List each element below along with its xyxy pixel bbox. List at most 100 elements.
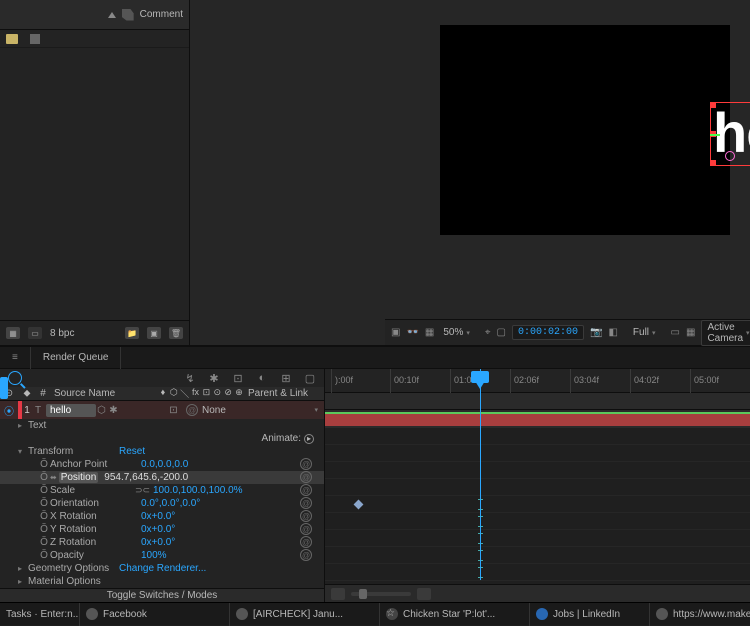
playhead[interactable] — [480, 369, 481, 580]
zoom-out-icon[interactable] — [331, 588, 345, 600]
panel-menu-icon[interactable]: ≡ — [0, 347, 30, 369]
prop-group-transform[interactable]: ▾TransformReset — [0, 445, 324, 458]
taskbar-item[interactable]: https://www.make... — [650, 603, 750, 626]
linkedin-icon — [536, 608, 548, 620]
taskbar-item[interactable]: [AIRCHECK] Janu... — [230, 603, 380, 626]
link-pickwhip-icon[interactable]: @ — [300, 549, 312, 561]
prop-z-rotation[interactable]: ŎZ Rotation0x+0.0°@ — [0, 536, 324, 549]
goggles-icon[interactable]: 👓 — [406, 326, 418, 340]
search-icon[interactable] — [8, 371, 22, 385]
keyframe-icon[interactable] — [354, 500, 364, 510]
composition-viewer: hello ▣ 👓 ▦ 50%▾ ⌖ ▢ 0:00:02:00 📷 ◧ Full… — [190, 0, 750, 345]
link-pickwhip-icon[interactable]: @ — [300, 536, 312, 548]
parent-pickwhip[interactable]: @None▾ — [182, 404, 324, 416]
render-quality-icon[interactable]: ▣ — [391, 326, 400, 340]
zoom-dropdown[interactable]: 50%▾ — [440, 327, 473, 338]
taskbar-item[interactable]: ☆Chicken Star 'P:lot'... — [380, 603, 530, 626]
link-pickwhip-icon[interactable]: @ — [300, 510, 312, 522]
trash-icon[interactable]: 🗑 — [169, 327, 183, 339]
alpha-icon[interactable]: ▦ — [425, 326, 434, 340]
prop-anchor-point[interactable]: ŎAnchor Point0.0,0.0,0.0@ — [0, 458, 324, 471]
graph-editor-icon[interactable]: ⊞ — [278, 371, 294, 385]
browser-icon — [656, 608, 668, 620]
project-panel-footer: ▦ ▭ 8 bpc 📁 ▣ 🗑 — [0, 320, 189, 345]
camera-dropdown[interactable]: Active Camera▾ — [701, 320, 750, 346]
col-switches: ♦⬡＼fx⊡⊙⊘⊕ — [158, 387, 244, 400]
position-keyframe-track — [325, 496, 750, 513]
axis-indicator — [710, 134, 720, 136]
label-swatch[interactable] — [30, 34, 40, 44]
motion-blur-icon[interactable]: ◐ — [254, 371, 270, 385]
link-pickwhip-icon[interactable]: @ — [300, 497, 312, 509]
timeline-zoom-bar — [325, 584, 750, 602]
text-layer-icon: T — [32, 405, 44, 416]
timeline-tabs: ≡ Render Queue — [0, 347, 750, 369]
animate-menu[interactable]: Animate:▸ — [0, 432, 324, 444]
col-lock-icon: ⬥ — [18, 388, 36, 399]
facebook-icon — [86, 608, 98, 620]
timeline-left-toolbar: ↯ ✱ ⊡ ◐ ⊞ ▢ — [0, 369, 324, 387]
sort-arrow-icon[interactable] — [108, 12, 116, 18]
column-comment[interactable]: Comment — [140, 9, 183, 20]
link-pickwhip-icon[interactable]: @ — [300, 484, 312, 496]
new-folder-icon[interactable]: 📁 — [125, 327, 139, 339]
prop-x-rotation[interactable]: ŎX Rotation0x+0.0°@ — [0, 510, 324, 523]
folder-icon — [6, 34, 18, 44]
prop-orientation[interactable]: ŎOrientation0.0°,0.0°,0.0°@ — [0, 497, 324, 510]
prop-opacity[interactable]: ŎOpacity100%@ — [0, 549, 324, 562]
frame-blend-icon[interactable]: ⊡ — [230, 371, 246, 385]
link-pickwhip-icon[interactable]: @ — [300, 471, 312, 483]
taskbar-item[interactable]: Tasks · Enter:n... — [0, 603, 80, 626]
layer-row-1[interactable]: ⦿ 1 T hello ⬡✱⊡ @None▾ — [0, 401, 324, 419]
safe-zones-icon[interactable]: ▢ — [497, 326, 506, 340]
resize-handle[interactable] — [710, 102, 716, 108]
transparency-grid-icon[interactable]: ▦ — [686, 326, 695, 340]
project-columns-header[interactable]: Comment — [0, 0, 189, 30]
resolution-dropdown[interactable]: Full▾ — [630, 327, 659, 338]
timeline-column-header[interactable]: ⊙ ⬥ # Source Name ♦⬡＼fx⊡⊙⊘⊕ Parent & Lin… — [0, 387, 324, 401]
taskbar-item[interactable]: Facebook — [80, 603, 230, 626]
star-icon: ☆ — [386, 608, 398, 620]
prop-group-material[interactable]: ▸Material Options — [0, 575, 324, 588]
prop-scale[interactable]: ŎScale⊃⊂100.0,100.0,100.0%@ — [0, 484, 324, 497]
search-indicator[interactable] — [0, 377, 8, 399]
taskbar-item[interactable]: Jobs | LinkedIn — [530, 603, 650, 626]
comp-shy-icon[interactable]: ✱ — [206, 371, 222, 385]
link-pickwhip-icon[interactable]: @ — [300, 458, 312, 470]
project-item-row[interactable] — [0, 30, 189, 48]
bpc-indicator[interactable]: 8 bpc — [50, 328, 74, 339]
zoom-in-icon[interactable] — [417, 588, 431, 600]
prop-group-geometry[interactable]: ▸Geometry OptionsChange Renderer... — [0, 562, 324, 575]
timeline-tracks[interactable]: ):00f 00:10f 01:08f 02:06f 03:04f 04:02f… — [325, 369, 750, 602]
toggle-switches-modes[interactable]: Toggle Switches / Modes — [0, 588, 324, 602]
prop-y-rotation[interactable]: ŎY Rotation0x+0.0°@ — [0, 523, 324, 536]
timeline-panel: ≡ Render Queue ↯ ✱ ⊡ ◐ ⊞ ▢ ⊙ ⬥ # Source … — [0, 345, 750, 602]
composition-canvas[interactable] — [440, 25, 730, 235]
timeline-layer-outline: ↯ ✱ ⊡ ◐ ⊞ ▢ ⊙ ⬥ # Source Name ♦⬡＼fx⊡⊙⊘⊕ … — [0, 369, 325, 602]
target-icon[interactable]: ⌖ — [485, 326, 491, 340]
layer-duration-bar[interactable] — [325, 410, 750, 428]
link-pickwhip-icon[interactable]: @ — [300, 523, 312, 535]
current-time[interactable]: 0:00:02:00 — [512, 325, 584, 340]
interpret-icon[interactable]: ▦ — [6, 327, 20, 339]
visibility-toggle[interactable]: ⦿ — [0, 403, 18, 418]
viewer-toolbar: ▣ 👓 ▦ 50%▾ ⌖ ▢ 0:00:02:00 📷 ◧ Full▾ ▭ ▦ … — [385, 319, 750, 345]
thumbnail-icon[interactable]: ▭ — [28, 327, 42, 339]
text-layer-selected[interactable]: hello — [713, 105, 750, 163]
snapshot-icon[interactable]: 📷 — [590, 326, 602, 340]
prop-position[interactable]: Ŏ⬌Position954.7,645.6,-200.0@ — [0, 471, 324, 484]
show-snapshot-icon[interactable]: ◧ — [608, 326, 617, 340]
project-panel: Comment ▦ ▭ 8 bpc 📁 ▣ 🗑 — [0, 0, 190, 345]
roi-icon[interactable]: ▭ — [671, 326, 680, 340]
layer-name-field[interactable]: hello — [46, 404, 96, 417]
time-ruler[interactable]: ):00f 00:10f 01:08f 02:06f 03:04f 04:02f… — [325, 369, 750, 393]
prop-group-text[interactable]: ▸Text — [0, 419, 324, 432]
tab-render-queue[interactable]: Render Queue — [30, 347, 122, 369]
new-comp-icon[interactable]: ▣ — [147, 327, 161, 339]
resize-handle[interactable] — [710, 160, 716, 166]
draft3d-icon[interactable]: ▢ — [302, 371, 318, 385]
zoom-slider[interactable] — [351, 592, 411, 596]
shy-icon[interactable]: ↯ — [182, 371, 198, 385]
os-taskbar: Tasks · Enter:n... Facebook [AIRCHECK] J… — [0, 602, 750, 625]
tag-icon[interactable] — [122, 9, 134, 21]
